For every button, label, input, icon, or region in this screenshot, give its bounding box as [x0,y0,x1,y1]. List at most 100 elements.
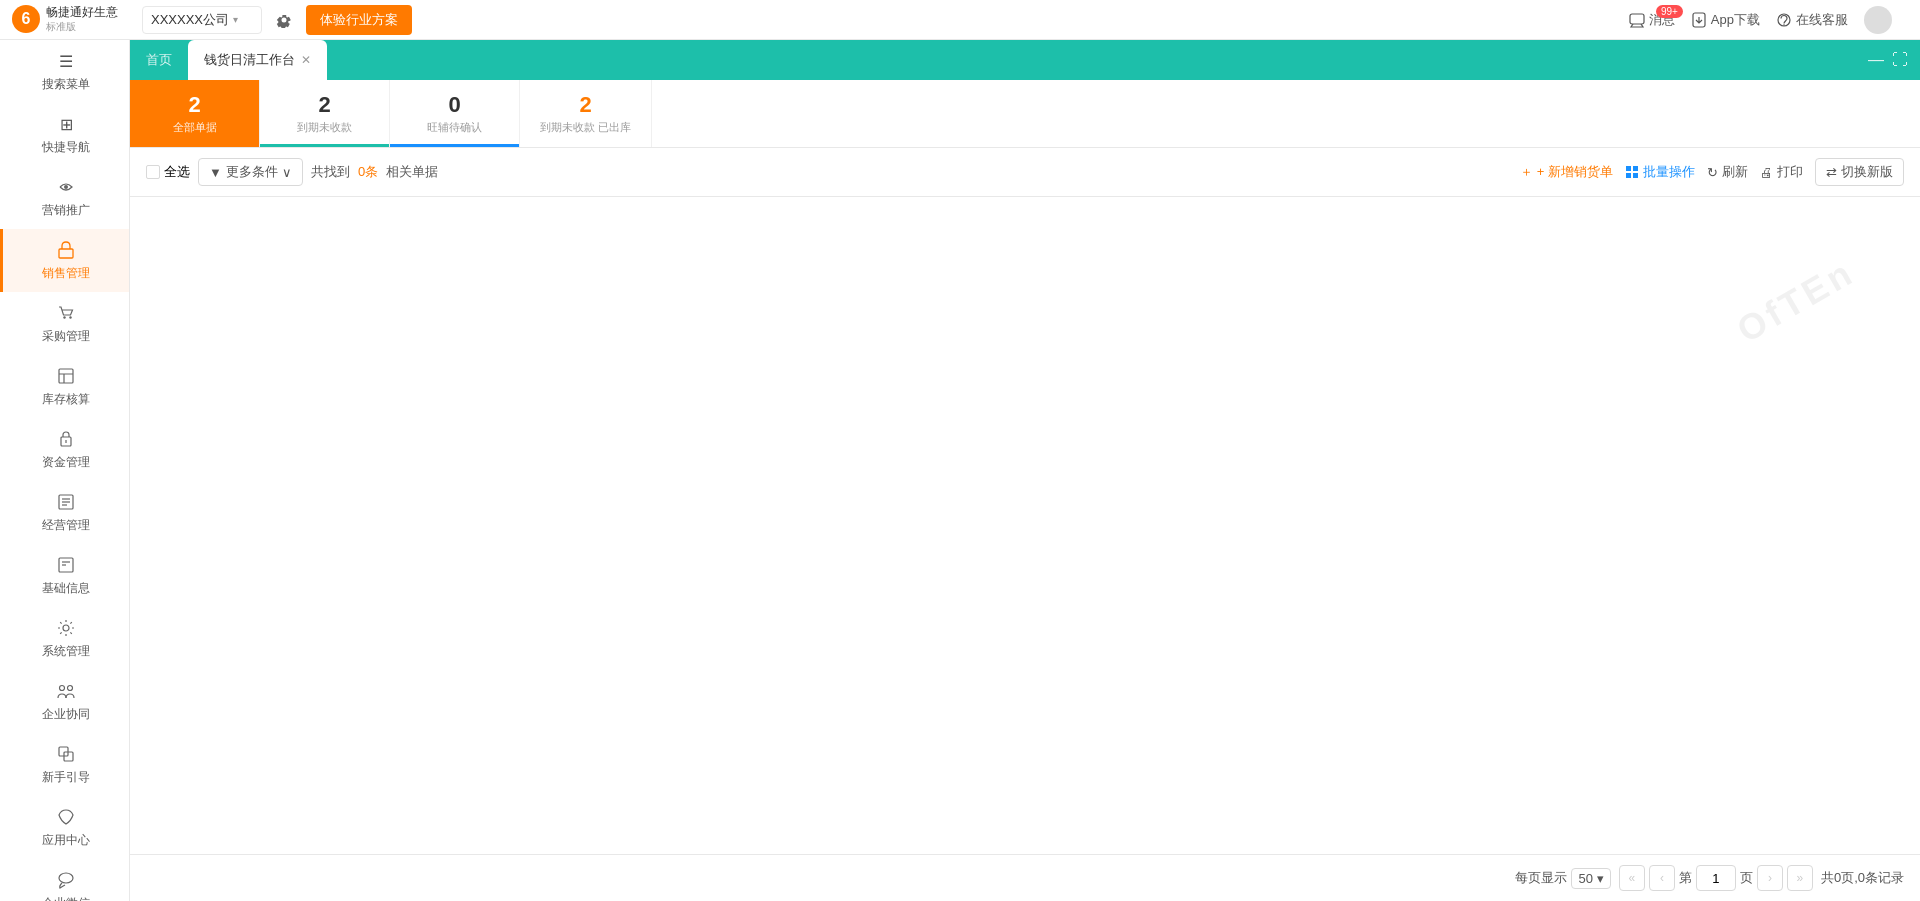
sidebar-item-label: 营销推广 [42,202,90,219]
last-page-icon: » [1797,871,1804,885]
marketing-icon [55,176,77,198]
found-suffix: 相关单据 [386,163,438,181]
print-button[interactable]: 🖨 打印 [1760,163,1803,181]
next-page-button[interactable]: › [1757,865,1783,891]
page-navigation: « ‹ 第 页 › » [1619,865,1813,891]
inventory-icon [55,365,77,387]
sidebar-item-system-mgmt[interactable]: 系统管理 [0,607,129,670]
filter-chevron-icon: ∨ [282,165,292,180]
sidebar-item-enterprise-coop[interactable]: 企业协同 [0,670,129,733]
sidebar-item-quick-nav[interactable]: ⊞ 快捷导航 [0,103,129,166]
checkbox-input[interactable] [146,165,160,179]
sidebar-item-inventory[interactable]: 库存核算 [0,355,129,418]
svg-point-20 [68,686,73,691]
stat-card-overdue-unshipped[interactable]: 2 到期未收款 已出库 [520,80,652,147]
batch-label: 批量操作 [1643,163,1695,181]
app-subtitle: 标准版 [46,20,118,34]
sidebar-item-search-menu[interactable]: ☰ 搜索菜单 [0,40,129,103]
found-count: 0条 [358,163,378,181]
sidebar-item-label: 基础信息 [42,580,90,597]
per-page-select[interactable]: 50 ▾ [1571,868,1610,889]
stat-label-overdue-unpaid: 到期未收款 [297,120,352,135]
toolbar-right: ＋ + 新增销货单 批量操作 ↻ 刷新 🖨 打印 [1520,158,1904,186]
sidebar-item-marketing[interactable]: 营销推广 [0,166,129,229]
per-page-chevron-icon: ▾ [1597,871,1604,886]
company-name: XXXXXX公司 [151,11,229,29]
stat-card-all[interactable]: 2 全部单据 [130,80,260,147]
sidebar-item-sales-mgmt[interactable]: 销售管理 [0,229,129,292]
sidebar-item-beginner-guide[interactable]: 新手引导 [0,733,129,796]
toolbar: 全选 ▼ 更多条件 ∨ 共找到 0条 相关单据 ＋ + 新增销货单 [130,148,1920,197]
messages-badge: 99+ [1656,5,1683,18]
refresh-button[interactable]: ↻ 刷新 [1707,163,1748,181]
sidebar-item-label: 采购管理 [42,328,90,345]
sidebar-item-enterprise-wechat[interactable]: 企业微信 [0,859,129,901]
stat-card-overdue-unpaid[interactable]: 2 到期未收款 [260,80,390,147]
enterprise-coop-icon [55,680,77,702]
sidebar-item-label: 销售管理 [42,265,90,282]
stat-card-pending-confirm[interactable]: 0 旺辅待确认 [390,80,520,147]
logo-area: 6 畅捷通好生意 标准版 [12,5,142,33]
online-service-button[interactable]: 在线客服 [1776,11,1848,29]
content-area: 首页 钱货日清工作台 ✕ — ⛶ 2 全部单据 2 到期未收款 [130,40,1920,901]
svg-rect-5 [59,249,73,258]
select-all-checkbox[interactable]: 全选 [146,163,190,181]
enterprise-wechat-icon [55,869,77,891]
avatar[interactable] [1864,6,1892,34]
tab-home[interactable]: 首页 [130,40,188,80]
sidebar-item-app-center[interactable]: 应用中心 [0,796,129,859]
svg-point-6 [63,316,65,318]
sidebar-item-label: 系统管理 [42,643,90,660]
filter-icon: ▼ [209,165,222,180]
sidebar-item-finance[interactable]: 资金管理 [0,418,129,481]
top-header: 6 畅捷通好生意 标准版 XXXXXX公司 ▾ 体验行业方案 消息 99+ Ap… [0,0,1920,40]
stat-number-overdue-unpaid: 2 [318,92,330,118]
refresh-icon: ↻ [1707,165,1718,180]
refresh-label: 刷新 [1722,163,1748,181]
tab-cash-flow-label: 钱货日清工作台 [204,51,295,69]
tab-bar: 首页 钱货日清工作台 ✕ — ⛶ [130,40,1920,80]
finance-icon [55,428,77,450]
sidebar-item-operations[interactable]: 经营管理 [0,481,129,544]
sidebar-item-label: 企业协同 [42,706,90,723]
prev-page-button[interactable]: ‹ [1649,865,1675,891]
svg-rect-27 [1633,173,1638,178]
table-area [130,197,1920,854]
quick-nav-icon: ⊞ [55,113,77,135]
beginner-guide-icon [55,743,77,765]
switch-version-button[interactable]: ⇄ 切换新版 [1815,158,1904,186]
stat-label-overdue-unshipped: 到期未收款 已出库 [540,120,631,135]
sidebar-item-label: 快捷导航 [42,139,90,156]
prev-page-icon: ‹ [1660,871,1664,885]
operations-icon [55,491,77,513]
stat-label-all: 全部单据 [173,120,217,135]
sidebar-item-basic-info[interactable]: 基础信息 [0,544,129,607]
trial-button[interactable]: 体验行业方案 [306,5,412,35]
first-page-button[interactable]: « [1619,865,1645,891]
svg-point-19 [60,686,65,691]
messages-button[interactable]: 消息 99+ [1629,11,1675,29]
company-selector[interactable]: XXXXXX公司 ▾ [142,6,262,34]
tab-close-icon[interactable]: ✕ [301,53,311,67]
tab-cash-flow[interactable]: 钱货日清工作台 ✕ [188,40,327,80]
batch-operation-button[interactable]: 批量操作 [1625,163,1695,181]
tab-minimize-icon[interactable]: — [1868,51,1884,69]
sidebar-item-label: 新手引导 [42,769,90,786]
app-download-label: App下载 [1711,11,1760,29]
add-sales-order-button[interactable]: ＋ + 新增销货单 [1520,163,1613,181]
svg-point-18 [63,625,69,631]
svg-rect-0 [1630,14,1644,24]
sales-mgmt-icon [55,239,77,261]
page-number-input[interactable] [1696,865,1736,891]
sidebar-item-purchase-mgmt[interactable]: 采购管理 [0,292,129,355]
sidebar-item-label: 资金管理 [42,454,90,471]
page-label-prefix: 第 [1679,869,1692,887]
filter-button[interactable]: ▼ 更多条件 ∨ [198,158,303,186]
settings-button[interactable] [270,6,298,34]
stat-number-overdue-unshipped: 2 [579,92,591,118]
tab-maximize-icon[interactable]: ⛶ [1892,51,1908,69]
last-page-button[interactable]: » [1787,865,1813,891]
svg-point-7 [69,316,71,318]
stats-row: 2 全部单据 2 到期未收款 0 旺辅待确认 2 到期未收款 已出库 [130,80,1920,148]
app-download-button[interactable]: App下载 [1691,11,1760,29]
